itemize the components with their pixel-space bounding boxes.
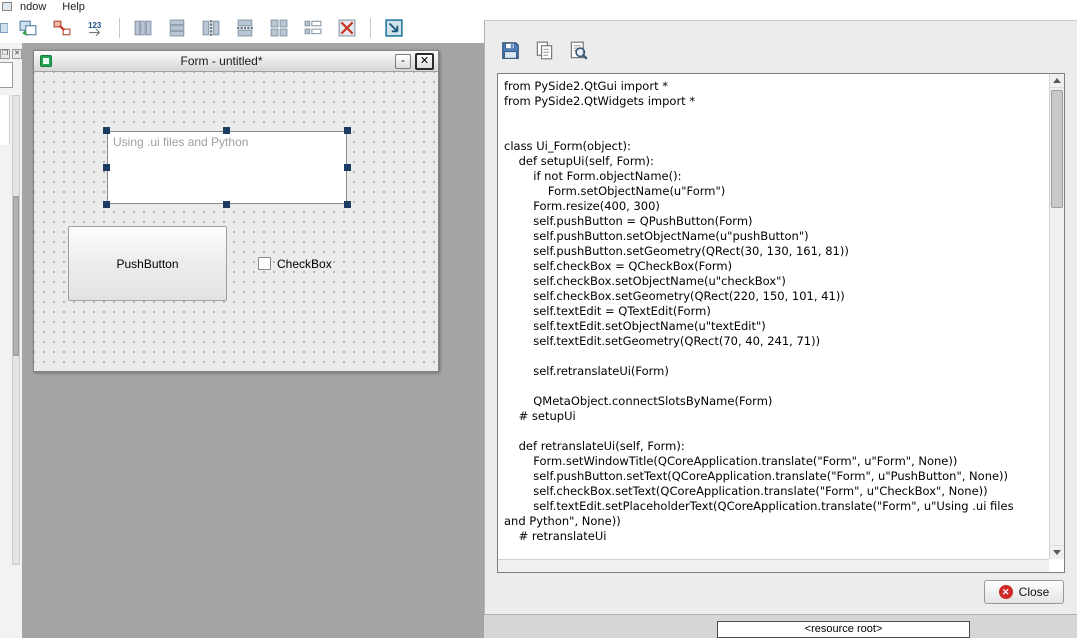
form-window-title: Form - untitled* xyxy=(52,54,391,68)
adjust-size-icon xyxy=(385,19,403,37)
selection-handle-middle-left[interactable] xyxy=(103,164,110,171)
layout-horizontal-button[interactable] xyxy=(129,15,157,41)
find-button[interactable] xyxy=(565,37,591,63)
save-button[interactable] xyxy=(497,37,523,63)
widget-box-list-partial xyxy=(0,95,10,145)
scroll-down-button[interactable] xyxy=(1050,545,1064,559)
child-window-icon xyxy=(2,2,12,11)
edit-signals-slots-icon xyxy=(53,19,71,37)
textedit-widget[interactable]: Using .ui files and Python xyxy=(107,131,347,204)
layout-form-icon xyxy=(304,19,322,37)
pushbutton-widget[interactable]: PushButton xyxy=(68,226,227,301)
close-dialog-button[interactable]: ✕ Close xyxy=(984,580,1064,604)
adjust-size-button[interactable] xyxy=(380,15,408,41)
arrow-up-icon xyxy=(1053,78,1061,83)
svg-text:123: 123 xyxy=(88,21,102,30)
pushbutton-label: PushButton xyxy=(116,257,178,271)
copy-icon xyxy=(535,41,554,60)
edit-widgets-button[interactable] xyxy=(14,15,42,41)
selection-handle-top-middle[interactable] xyxy=(223,127,230,134)
layout-grid-icon xyxy=(270,19,288,37)
textedit-placeholder: Using .ui files and Python xyxy=(108,132,346,152)
form-canvas[interactable]: Using .ui files and Python PushButton xyxy=(34,72,438,371)
minimize-button[interactable]: - xyxy=(395,54,411,69)
scrollbar-thumb[interactable] xyxy=(1051,90,1063,208)
form-editor-window[interactable]: Form - untitled* - ✕ Using .ui files and… xyxy=(33,50,439,372)
resource-root-item[interactable]: <resource root> xyxy=(717,621,970,638)
layout-splitter-vertical-button[interactable] xyxy=(231,15,259,41)
selection-handle-bottom-left[interactable] xyxy=(103,201,110,208)
layout-splitter-vertical-icon xyxy=(236,19,254,37)
layout-horizontal-icon xyxy=(134,19,152,37)
code-view[interactable]: from PySide2.QtGui import * from PySide2… xyxy=(497,73,1065,573)
find-icon xyxy=(569,41,588,60)
close-circle-icon: ✕ xyxy=(999,585,1013,599)
edit-tab-order-icon: 123 xyxy=(87,19,105,37)
form-window-icon xyxy=(40,55,52,67)
resource-root-label: <resource root> xyxy=(805,623,883,635)
checkbox-indicator[interactable] xyxy=(258,257,271,270)
widget-box-scrollbar[interactable] xyxy=(12,95,20,565)
scrollbar-thumb[interactable] xyxy=(13,196,19,356)
edit-tab-order-button[interactable]: 123 xyxy=(82,15,110,41)
qt-designer-window: ndow Help 123 xyxy=(0,0,1077,638)
main-toolbar: 123 xyxy=(0,13,484,43)
edit-signals-slots-button[interactable] xyxy=(48,15,76,41)
toolbar-button-partial[interactable] xyxy=(0,15,8,41)
layout-vertical-button[interactable] xyxy=(163,15,191,41)
toolbar-separator xyxy=(370,18,371,38)
dock-restore-button[interactable]: ❐ xyxy=(0,49,10,59)
partial-icon xyxy=(0,19,8,37)
restore-icon: ❐ xyxy=(2,50,8,57)
dock-titlebar-buttons: ❐ ✕ xyxy=(0,49,22,59)
layout-splitter-horizontal-button[interactable] xyxy=(197,15,225,41)
selection-handle-top-right[interactable] xyxy=(344,127,351,134)
scroll-up-button[interactable] xyxy=(1050,74,1064,88)
close-icon: ✕ xyxy=(14,50,20,57)
layout-splitter-horizontal-icon xyxy=(202,19,220,37)
widget-filter-input-partial[interactable] xyxy=(0,62,13,88)
form-window-titlebar[interactable]: Form - untitled* - ✕ xyxy=(34,51,438,72)
close-button-label: Close xyxy=(1019,585,1050,599)
checkbox-label: CheckBox xyxy=(277,257,332,271)
code-preview-dialog: from PySide2.QtGui import * from PySide2… xyxy=(484,20,1077,615)
selection-handle-bottom-right[interactable] xyxy=(344,201,351,208)
selection-handle-top-left[interactable] xyxy=(103,127,110,134)
resource-browser-panel: <resource root> xyxy=(484,615,1077,638)
break-layout-button[interactable] xyxy=(333,15,361,41)
layout-grid-button[interactable] xyxy=(265,15,293,41)
checkbox-widget[interactable]: CheckBox xyxy=(258,256,332,271)
mdi-area: Form - untitled* - ✕ Using .ui files and… xyxy=(22,43,484,638)
layout-form-button[interactable] xyxy=(299,15,327,41)
code-dialog-toolbar xyxy=(497,37,591,63)
break-layout-icon xyxy=(338,19,356,37)
arrow-down-icon xyxy=(1053,550,1061,555)
copy-button[interactable] xyxy=(531,37,557,63)
selection-handle-middle-right[interactable] xyxy=(344,164,351,171)
generated-python-code[interactable]: from PySide2.QtGui import * from PySide2… xyxy=(498,74,1049,559)
selection-handle-bottom-middle[interactable] xyxy=(223,201,230,208)
menu-help[interactable]: Help xyxy=(54,1,93,13)
textedit-widget-selected[interactable]: Using .ui files and Python xyxy=(107,131,347,204)
close-button[interactable]: ✕ xyxy=(415,53,434,70)
edit-widgets-icon xyxy=(19,19,37,37)
menu-window-partial[interactable]: ndow xyxy=(12,1,54,13)
vertical-scrollbar[interactable] xyxy=(1049,74,1064,559)
layout-vertical-icon xyxy=(168,19,186,37)
horizontal-scrollbar[interactable] xyxy=(498,559,1049,572)
toolbar-separator xyxy=(119,18,120,38)
save-icon xyxy=(501,41,520,60)
menubar: ndow Help xyxy=(0,0,1077,13)
left-dock-panel-partial: ❐ ✕ xyxy=(0,43,22,638)
dock-close-button[interactable]: ✕ xyxy=(12,49,22,59)
